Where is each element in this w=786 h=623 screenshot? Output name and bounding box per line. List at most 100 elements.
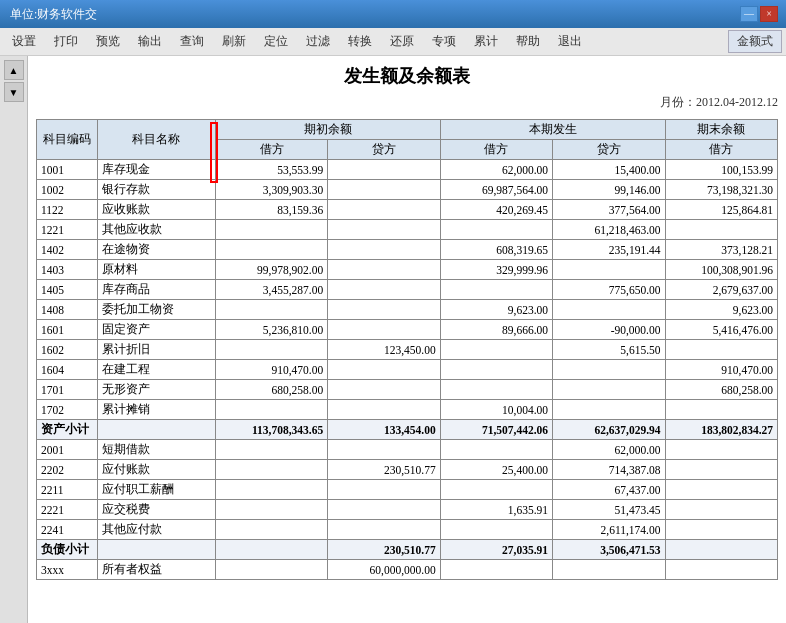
refresh-button[interactable]: 刷新 <box>214 31 254 53</box>
main-area: ▲ ▼ 发生额及余额表 月份：2012.04-2012.12 科目编码 科目名称… <box>0 56 786 623</box>
cell: 1002 <box>37 180 98 200</box>
query-button[interactable]: 查询 <box>172 31 212 53</box>
cell <box>440 340 552 360</box>
cell <box>440 480 552 500</box>
locate-button[interactable]: 定位 <box>256 31 296 53</box>
table-row: 资产小计113,708,343.65133,454.0071,507,442.0… <box>37 420 778 440</box>
th-qichu: 期初余额 <box>215 120 440 140</box>
mode-button[interactable]: 金额式 <box>728 30 782 53</box>
cell: 60,000,000.00 <box>328 560 440 580</box>
cell: 2221 <box>37 500 98 520</box>
cell: 1602 <box>37 340 98 360</box>
table-row: 1408委托加工物资9,623.009,623.00 <box>37 300 778 320</box>
cell <box>328 160 440 180</box>
nav-down-arrow[interactable]: ▼ <box>4 82 24 102</box>
toolbar: 设置 打印 预览 输出 查询 刷新 定位 过滤 转换 还原 专项 累计 帮助 退… <box>0 28 786 56</box>
cell: 51,473.45 <box>553 500 665 520</box>
table-row: 1402在途物资608,319.65235,191.44373,128.21 <box>37 240 778 260</box>
close-button[interactable]: × <box>760 6 778 22</box>
cell <box>215 560 327 580</box>
cell: 1,635.91 <box>440 500 552 520</box>
cell: 固定资产 <box>98 320 216 340</box>
output-button[interactable]: 输出 <box>130 31 170 53</box>
cumulate-button[interactable]: 累计 <box>466 31 506 53</box>
minimize-button[interactable]: — <box>740 6 758 22</box>
cell: 2211 <box>37 480 98 500</box>
cell: 230,510.77 <box>328 460 440 480</box>
restore-button[interactable]: 还原 <box>382 31 422 53</box>
cell <box>215 340 327 360</box>
cell: 1001 <box>37 160 98 180</box>
th-qi-d: 借方 <box>215 140 327 160</box>
cell <box>553 360 665 380</box>
cell <box>665 480 778 500</box>
cell: 608,319.65 <box>440 240 552 260</box>
win-controls[interactable]: — × <box>740 6 778 22</box>
cell: 62,000.00 <box>440 160 552 180</box>
filter-button[interactable]: 过滤 <box>298 31 338 53</box>
table-row: 1604在建工程910,470.00910,470.00 <box>37 360 778 380</box>
cell: 420,269.45 <box>440 200 552 220</box>
table-row: 1403原材料99,978,902.00329,999.96100,308,90… <box>37 260 778 280</box>
table-row: 2211应付职工薪酬67,437.00 <box>37 480 778 500</box>
special-button[interactable]: 专项 <box>424 31 464 53</box>
preview-button[interactable]: 预览 <box>88 31 128 53</box>
cell <box>328 220 440 240</box>
cell: 133,454.00 <box>328 420 440 440</box>
cell: 2,611,174.00 <box>553 520 665 540</box>
cell: 在建工程 <box>98 360 216 380</box>
cell: 5,615.50 <box>553 340 665 360</box>
th-name: 科目名称 <box>98 120 216 160</box>
cell: 累计折旧 <box>98 340 216 360</box>
cell <box>215 400 327 420</box>
convert-button[interactable]: 转换 <box>340 31 380 53</box>
cell: 373,128.21 <box>665 240 778 260</box>
cell: 775,650.00 <box>553 280 665 300</box>
cell <box>328 240 440 260</box>
cell: 235,191.44 <box>553 240 665 260</box>
cell: 资产小计 <box>37 420 98 440</box>
help-button[interactable]: 帮助 <box>508 31 548 53</box>
cell <box>553 300 665 320</box>
cell: 1405 <box>37 280 98 300</box>
cell: 短期借款 <box>98 440 216 460</box>
cell: 89,666.00 <box>440 320 552 340</box>
cell: 69,987,564.00 <box>440 180 552 200</box>
exit-button[interactable]: 退出 <box>550 31 590 53</box>
cell: 15,400.00 <box>553 160 665 180</box>
cell: 2001 <box>37 440 98 460</box>
cell: 25,400.00 <box>440 460 552 480</box>
cell: 1221 <box>37 220 98 240</box>
cell: 库存商品 <box>98 280 216 300</box>
cell: 99,978,902.00 <box>215 260 327 280</box>
cell <box>665 540 778 560</box>
cell: -90,000.00 <box>553 320 665 340</box>
cell: 5,236,810.00 <box>215 320 327 340</box>
cell <box>328 380 440 400</box>
table-row: 2202应付账款230,510.7725,400.00714,387.08 <box>37 460 778 480</box>
cell <box>328 260 440 280</box>
cell <box>328 280 440 300</box>
cell: 61,218,463.00 <box>553 220 665 240</box>
left-nav: ▲ ▼ <box>0 56 28 623</box>
cell: 1403 <box>37 260 98 280</box>
nav-up-arrow[interactable]: ▲ <box>4 60 24 80</box>
cell <box>665 520 778 540</box>
cell: 无形资产 <box>98 380 216 400</box>
print-button[interactable]: 打印 <box>46 31 86 53</box>
cell: 3,309,903.30 <box>215 180 327 200</box>
cell: 累计摊销 <box>98 400 216 420</box>
cell: 3xxx <box>37 560 98 580</box>
table-row: 1701无形资产680,258.00680,258.00 <box>37 380 778 400</box>
settings-button[interactable]: 设置 <box>4 31 44 53</box>
cell <box>328 180 440 200</box>
cell <box>665 460 778 480</box>
cell <box>440 220 552 240</box>
cell: 1702 <box>37 400 98 420</box>
table-row: 2001短期借款62,000.00 <box>37 440 778 460</box>
cell <box>328 480 440 500</box>
cell: 1604 <box>37 360 98 380</box>
th-ben-d: 借方 <box>440 140 552 160</box>
table-row: 1702累计摊销10,004.00 <box>37 400 778 420</box>
cell <box>215 480 327 500</box>
